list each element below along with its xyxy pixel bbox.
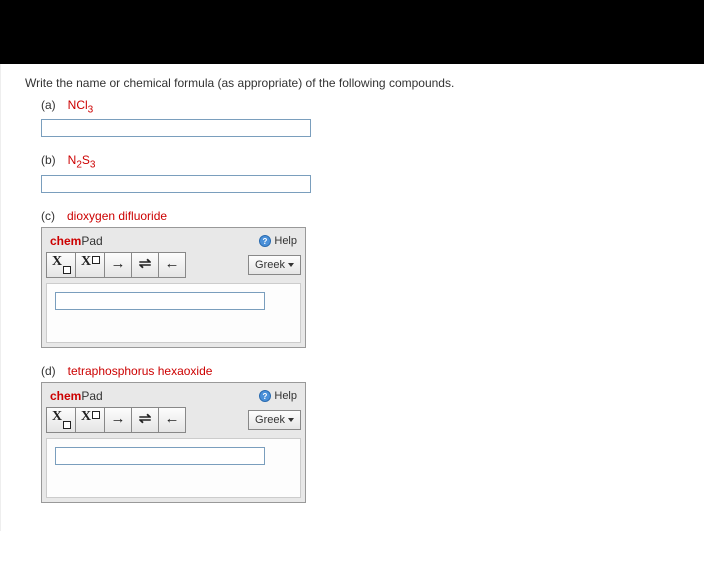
superscript-button[interactable]: X [75,252,105,278]
subscript-button[interactable]: X [46,252,76,278]
chempad-help-button[interactable]: ? Help [259,390,297,402]
chevron-down-icon [288,263,294,267]
chempad-c-input-area [46,283,301,343]
question-instructions: Write the name or chemical formula (as a… [25,76,680,90]
chempad-d: chemPad ? Help X X → ⇌ ← Greek [41,382,306,503]
question-content: Write the name or chemical formula (as a… [0,64,704,531]
part-c-name: dioxygen difluoride [67,209,167,223]
equilibrium-arrow-button[interactable]: ⇌ [131,252,159,278]
greek-dropdown[interactable]: Greek [248,410,301,430]
part-b-input[interactable] [41,175,311,193]
part-d: (d) tetraphosphorus hexaoxide chemPad ? … [41,364,680,503]
chempad-title: chemPad [50,234,103,248]
svg-text:?: ? [263,237,268,246]
part-a-label: (a) [41,98,56,112]
part-a-formula: NCl3 [68,98,94,115]
forward-arrow-button[interactable]: → [104,252,132,278]
chempad-d-input-area [46,438,301,498]
help-icon: ? [259,390,271,402]
part-d-name: tetraphosphorus hexaoxide [68,364,213,378]
part-c-label: (c) [41,209,55,223]
part-b: (b) N2S3 [41,153,680,192]
part-a-input[interactable] [41,119,311,137]
chempad-c-input[interactable] [55,292,265,310]
svg-text:?: ? [263,392,268,401]
help-icon: ? [259,235,271,247]
part-a: (a) NCl3 [41,98,680,137]
part-b-formula: N2S3 [68,153,96,170]
equilibrium-arrow-button[interactable]: ⇌ [131,407,159,433]
chevron-down-icon [288,418,294,422]
chempad-c: chemPad ? Help X X → ⇌ ← Greek [41,227,306,348]
part-d-label: (d) [41,364,56,378]
part-b-label: (b) [41,153,56,167]
chempad-d-input[interactable] [55,447,265,465]
part-c: (c) dioxygen difluoride chemPad ? Help X… [41,209,680,348]
chempad-help-button[interactable]: ? Help [259,235,297,247]
forward-arrow-button[interactable]: → [104,407,132,433]
chempad-title: chemPad [50,389,103,403]
subscript-button[interactable]: X [46,407,76,433]
top-black-bar [0,0,704,64]
back-arrow-button[interactable]: ← [158,252,186,278]
greek-dropdown[interactable]: Greek [248,255,301,275]
superscript-button[interactable]: X [75,407,105,433]
back-arrow-button[interactable]: ← [158,407,186,433]
